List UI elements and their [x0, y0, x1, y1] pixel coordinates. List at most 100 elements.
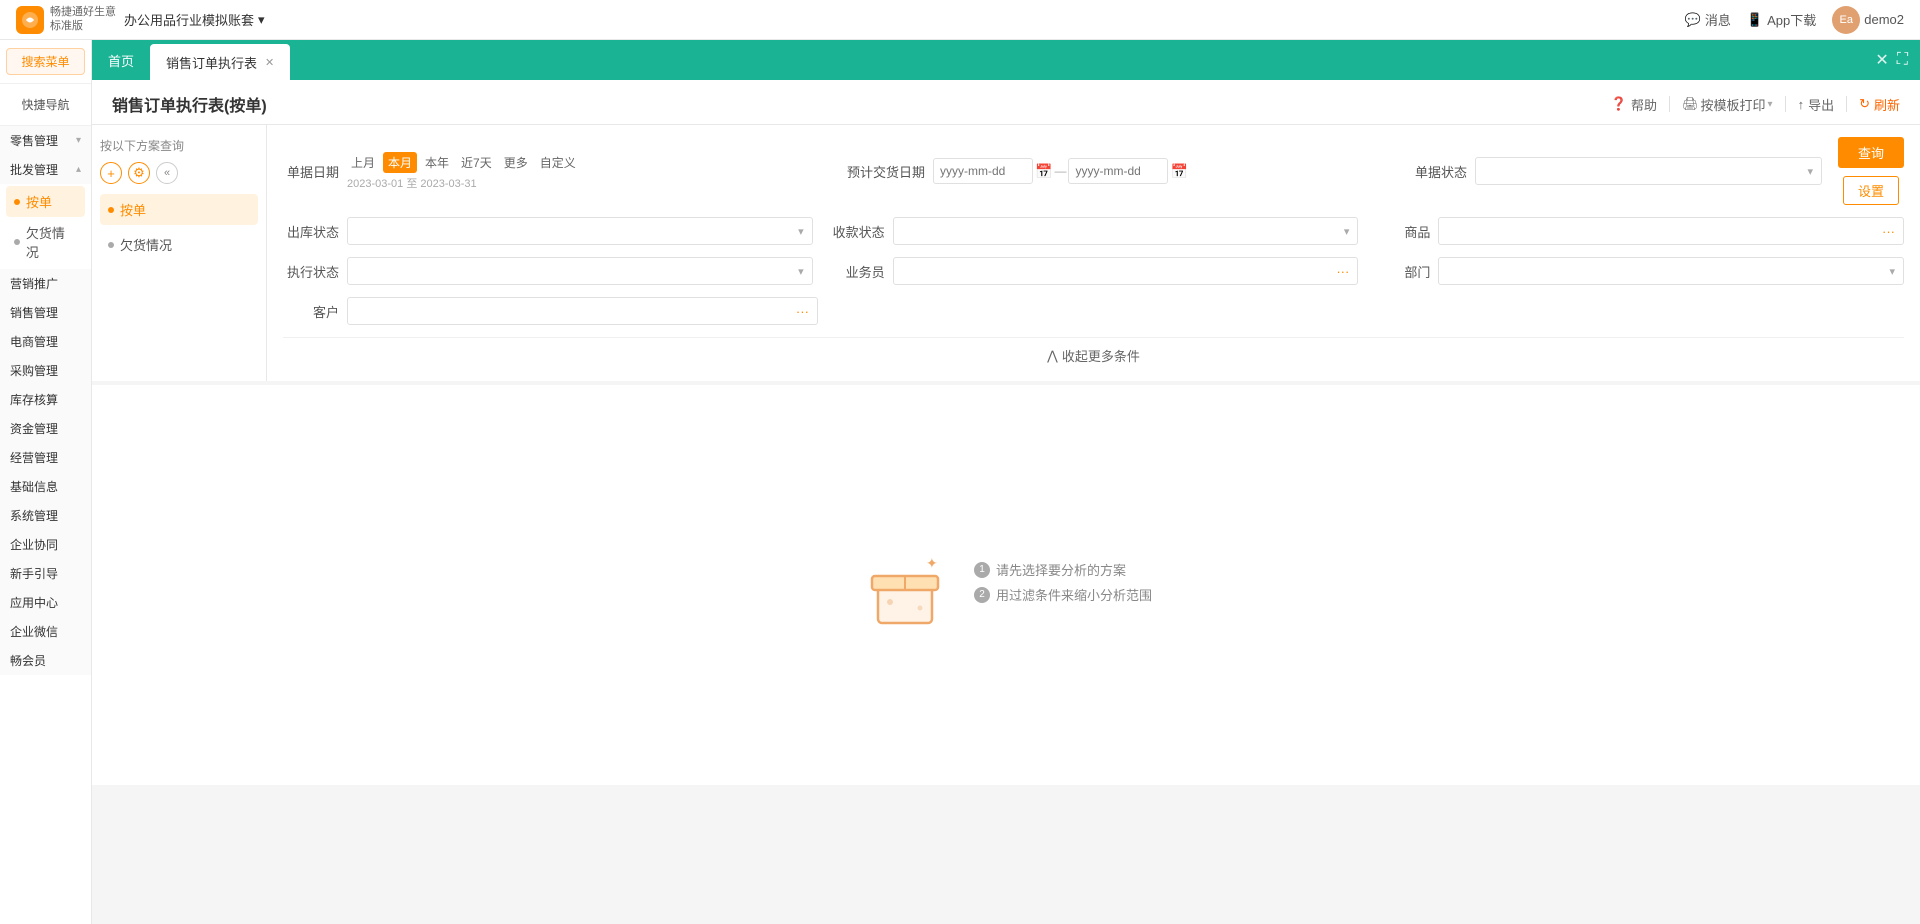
expected-date-start[interactable] [933, 158, 1033, 184]
sidebar-item-newbie[interactable]: 新手引导 [0, 559, 91, 588]
collapse-sidebar-btn[interactable]: « [156, 162, 178, 184]
content-area: 首页 销售订单执行表 ✕ ✕ ⛶ 销售订单执行表(按单) ❓ 帮助 [92, 40, 1920, 924]
exec-status-label: 执行状态 [283, 262, 339, 281]
breadcrumb-selector[interactable]: 办公用品行业模拟账套 ▾ [124, 10, 265, 29]
payment-status-label: 收款状态 [829, 222, 885, 241]
sidebar-retail-label: 零售管理 [10, 132, 58, 149]
tab-close-all-btn[interactable]: ✕ [1875, 50, 1888, 70]
expected-date-end[interactable] [1068, 158, 1168, 184]
sidebar-sub-debt[interactable]: 欠货情况 [0, 219, 91, 265]
sidebar-item-member[interactable]: 畅会员 [0, 646, 91, 675]
add-scheme-btn[interactable]: + [100, 162, 122, 184]
refresh-btn[interactable]: ↻ 刷新 [1859, 95, 1900, 114]
sidebar-item-finance[interactable]: 资金管理 [0, 414, 91, 443]
filter-row-1: 单据日期 上月 本月 本年 近7天 更多 自定义 20 [283, 137, 1904, 205]
empty-state: ✦ 1 请先选择要分析的方案 [860, 540, 1152, 630]
sidebar-item-basic[interactable]: 基础信息 [0, 472, 91, 501]
tab-home[interactable]: 首页 [92, 40, 150, 80]
filter-row-4: 客户 ··· [283, 297, 1904, 325]
tab-bar: 首页 销售订单执行表 ✕ ✕ ⛶ [92, 40, 1920, 80]
sidebar-item-sales[interactable]: 销售管理 [0, 298, 91, 327]
collapse-more-btn[interactable]: ⋀ 收起更多条件 [1047, 346, 1140, 365]
exec-status-field: 执行状态 ▾ [283, 257, 813, 285]
print-btn[interactable]: 🖨 按模板打印 ▾ [1682, 95, 1773, 114]
user-avatar-btn[interactable]: Ea demo2 [1832, 6, 1904, 34]
debt-dot-icon [14, 239, 20, 245]
top-header: 畅捷通好生意 标准版 办公用品行业模拟账套 ▾ 💬 消息 📱 App下载 Ea … [0, 0, 1920, 40]
tab-close-btn[interactable]: ✕ [265, 56, 274, 69]
payment-chevron: ▾ [1344, 225, 1350, 238]
app-download-btn[interactable]: 📱 App下载 [1747, 10, 1816, 29]
sidebar-item-retail[interactable]: 零售管理 ▾ [0, 126, 91, 155]
sidebar-retail-arrow: ▾ [76, 135, 81, 146]
date-tab-this-month[interactable]: 本月 [383, 152, 417, 173]
customer-field: 客户 ··· [283, 297, 818, 325]
sidebar-item-marketing[interactable]: 营销推广 [0, 269, 91, 298]
salesperson-label: 业务员 [829, 262, 885, 281]
customer-select[interactable]: ··· [347, 297, 818, 325]
calendar-end-icon[interactable]: 📅 [1170, 163, 1187, 180]
customer-label: 客户 [283, 302, 339, 321]
page-content: 销售订单执行表(按单) ❓ 帮助 🖨 按模板打印 ▾ ↑ [92, 80, 1920, 924]
sidebar-item-quicknav[interactable]: 快捷导航 [0, 90, 91, 119]
page-title: 销售订单执行表(按单) [112, 92, 267, 116]
quick-nav-section: 快捷导航 [0, 84, 91, 126]
date-tab-custom[interactable]: 自定义 [536, 152, 580, 173]
collapse-more-row: ⋀ 收起更多条件 [283, 337, 1904, 369]
sidebar-item-inventory[interactable]: 库存核算 [0, 385, 91, 414]
sidebar-item-enterprise[interactable]: 企业协同 [0, 530, 91, 559]
sidebar-item-appstore[interactable]: 应用中心 [0, 588, 91, 617]
scheme-debt[interactable]: 欠货情况 [100, 229, 258, 260]
payment-status-field: 收款状态 ▾ [829, 217, 1359, 245]
order-status-label: 单据状态 [1411, 162, 1467, 181]
logo-text: 畅捷通好生意 标准版 [50, 6, 116, 32]
date-tab-this-year[interactable]: 本年 [421, 152, 453, 173]
tab-fullscreen-btn[interactable]: ⛶ [1897, 51, 1908, 69]
delivery-chevron: ▾ [798, 225, 804, 238]
download-icon: 📱 [1747, 12, 1763, 28]
scheme-debt-dot [108, 242, 114, 248]
breadcrumb-label: 办公用品行业模拟账套 [124, 10, 254, 29]
empty-hints: 1 请先选择要分析的方案 2 用过滤条件来缩小分析范围 [974, 560, 1152, 610]
message-btn[interactable]: 💬 消息 [1685, 10, 1731, 29]
payment-status-select[interactable]: ▾ [893, 217, 1359, 245]
empty-svg: ✦ [860, 540, 950, 630]
search-menu-btn[interactable]: 搜索菜单 [6, 48, 85, 75]
order-status-select[interactable]: ▾ [1475, 157, 1822, 185]
date-tab-7days[interactable]: 近7天 [457, 152, 496, 173]
sidebar-item-wholesale[interactable]: 批发管理 ▴ [0, 155, 91, 184]
sidebar-item-purchase[interactable]: 采购管理 [0, 356, 91, 385]
filter-panel: 按以下方案查询 + ⚙ « 按单 欠货情况 [92, 125, 1920, 381]
sidebar-item-operation[interactable]: 经营管理 [0, 443, 91, 472]
sidebar-item-ecommerce[interactable]: 电商管理 [0, 327, 91, 356]
sidebar-sub-order[interactable]: 按单 [6, 186, 85, 217]
filter-sidebar: 按以下方案查询 + ⚙ « 按单 欠货情况 [92, 125, 267, 381]
filter-form: 单据日期 上月 本月 本年 近7天 更多 自定义 20 [267, 125, 1920, 381]
date-tab-more[interactable]: 更多 [500, 152, 532, 173]
settings-scheme-btn[interactable]: ⚙ [128, 162, 150, 184]
help-btn[interactable]: ❓ 帮助 [1611, 95, 1657, 114]
sidebar-wholesale-label: 批发管理 [10, 161, 58, 178]
salesperson-field: 业务员 ··· [829, 257, 1359, 285]
salesperson-dots-btn: ··· [1336, 264, 1349, 279]
settings-filter-btn[interactable]: 设置 [1843, 176, 1899, 205]
salesperson-select[interactable]: ··· [893, 257, 1359, 285]
tab-sales-exec[interactable]: 销售订单执行表 ✕ [150, 44, 290, 80]
sidebar-item-wechat[interactable]: 企业微信 [0, 617, 91, 646]
exec-chevron: ▾ [798, 265, 804, 278]
delivery-status-select[interactable]: ▾ [347, 217, 813, 245]
sidebar-item-system[interactable]: 系统管理 [0, 501, 91, 530]
query-btn[interactable]: 查询 [1838, 137, 1904, 168]
scheme-order[interactable]: 按单 [100, 194, 258, 225]
date-tabs: 上月 本月 本年 近7天 更多 自定义 [347, 152, 827, 173]
calendar-start-icon[interactable]: 📅 [1035, 163, 1052, 180]
product-select[interactable]: ··· [1438, 217, 1904, 245]
top-right: 💬 消息 📱 App下载 Ea demo2 [1685, 6, 1904, 34]
sidebar-wholesale-arrow: ▴ [76, 164, 81, 175]
exec-status-select[interactable]: ▾ [347, 257, 813, 285]
order-status-field: 单据状态 ▾ [1411, 157, 1822, 185]
department-select[interactable]: ▾ [1438, 257, 1904, 285]
main-layout: 搜索菜单 快捷导航 零售管理 ▾ 批发管理 ▴ 按单 欠货情况 营销推广 销售管… [0, 40, 1920, 924]
date-tab-last-month[interactable]: 上月 [347, 152, 379, 173]
export-btn[interactable]: ↑ 导出 [1798, 95, 1835, 114]
